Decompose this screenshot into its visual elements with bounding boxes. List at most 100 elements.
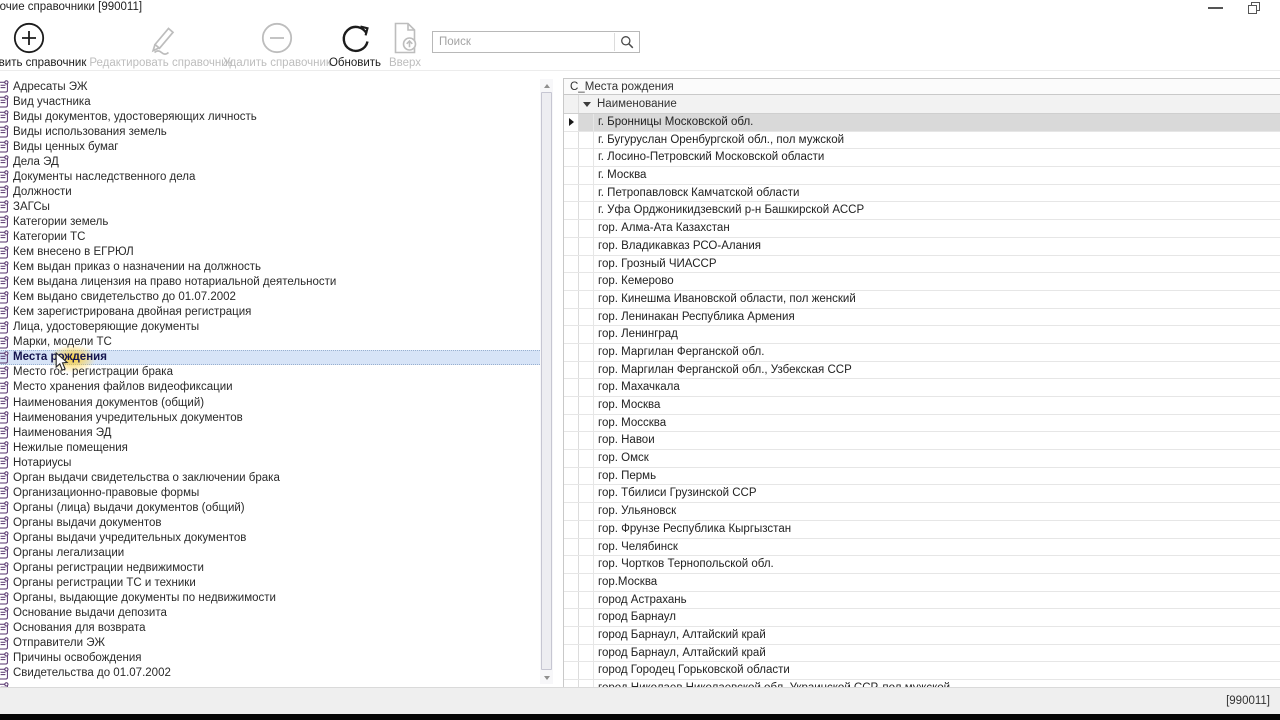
directory-list-item[interactable]: Категории ТС bbox=[0, 229, 540, 244]
directory-list-item[interactable]: Наименования ЭД bbox=[0, 425, 540, 440]
directory-list-item[interactable]: Кем внесено в ЕГРЮЛ bbox=[0, 245, 540, 260]
grid-row[interactable]: гор. Чортков Тернопольской обл. bbox=[564, 556, 1280, 574]
pencil-icon bbox=[141, 20, 181, 56]
grid-row[interactable]: гор. Маргилан Ферганской обл., Узбекская… bbox=[564, 361, 1280, 380]
grid-row[interactable]: гор. Маргилан Ферганской обл. bbox=[564, 343, 1280, 362]
directory-list-item[interactable]: Отправители ЭЖ bbox=[0, 636, 540, 651]
directory-book-icon bbox=[0, 245, 9, 259]
grid-row[interactable]: гор. Ленинград bbox=[564, 326, 1280, 344]
grid-row-partial[interactable]: город Николаев Николаевской обл. Украинс… bbox=[564, 680, 1280, 687]
directory-list-item[interactable]: Органы (лица) выдачи документов (общий) bbox=[0, 500, 540, 515]
directory-list-item[interactable]: Категории земель bbox=[0, 214, 540, 229]
grid-row[interactable]: город Барнаул, Алтайский край bbox=[564, 626, 1280, 645]
directory-list-item[interactable]: Документы наследственного дела bbox=[0, 169, 540, 184]
grid-row[interactable]: гор. Пермь bbox=[564, 467, 1280, 486]
directory-list-item[interactable]: Кем выдано свидетельство до 01.07.2002 bbox=[0, 290, 540, 305]
directory-list-item[interactable]: Виды использования земель bbox=[0, 124, 540, 139]
grid-row[interactable]: гор.Москва bbox=[564, 573, 1280, 592]
grid-row[interactable]: гор. Омск bbox=[564, 450, 1280, 468]
search-input[interactable] bbox=[433, 36, 614, 48]
row-indicator-cell bbox=[564, 202, 579, 220]
grid-row[interactable]: город Астрахань bbox=[564, 591, 1280, 610]
up-button[interactable]: Вверх bbox=[383, 16, 427, 69]
directory-list-item[interactable]: Кем выдана лицензия на право нотариально… bbox=[0, 275, 540, 290]
directory-list-item[interactable]: Место гос. регистрации брака bbox=[0, 365, 540, 380]
grid-row[interactable]: город Городец Горьковской области bbox=[564, 662, 1280, 680]
row-indicator-cell bbox=[564, 273, 579, 290]
grid-row[interactable]: город Барнаул, Алтайский край bbox=[564, 644, 1280, 663]
directory-list-item[interactable]: Виды документов, удостоверяющих личность bbox=[0, 109, 540, 124]
row-expander-cell bbox=[579, 609, 594, 626]
directory-name: Наименования документов (общий) bbox=[13, 396, 205, 409]
magnifier-icon[interactable] bbox=[615, 35, 639, 49]
directory-list-item[interactable]: Нотариусы bbox=[0, 455, 540, 470]
grid-row[interactable]: гор. Кинешма Ивановской области, пол жен… bbox=[564, 290, 1280, 309]
scroll-down-icon[interactable] bbox=[540, 671, 553, 684]
grid-row[interactable]: гор. Ульяновск bbox=[564, 503, 1280, 521]
directory-list-item[interactable]: Виды ценных бумаг bbox=[0, 139, 540, 154]
directory-list-item[interactable]: Органы регистрации недвижимости bbox=[0, 561, 540, 576]
directory-list-item[interactable]: Наименования учредительных документов bbox=[0, 410, 540, 425]
row-expander-cell bbox=[579, 450, 594, 467]
directory-list-item[interactable]: Кем зарегистрирована двойная регистрация bbox=[0, 305, 540, 320]
directory-list-item[interactable]: Орган выдачи свидетельства о заключении … bbox=[0, 470, 540, 485]
directory-list-item[interactable]: Лица, удостоверяющие документы bbox=[0, 320, 540, 335]
directory-list-item[interactable]: Причины освобождения bbox=[0, 651, 540, 666]
directory-list-item[interactable]: Места рождения bbox=[0, 343, 540, 373]
grid-column-header[interactable]: Наименование bbox=[564, 95, 1280, 114]
grid-row[interactable]: гор. Ленинакан Республика Армения bbox=[564, 308, 1280, 327]
directory-list-item[interactable]: Основания для возврата bbox=[0, 621, 540, 636]
triangle-down-icon[interactable] bbox=[579, 95, 594, 113]
directory-list-item[interactable]: Органы выдачи учредительных документов bbox=[0, 530, 540, 545]
grid-row[interactable]: г. Уфа Орджоникидзевский р-н Башкирской … bbox=[564, 202, 1280, 221]
directory-list-item[interactable]: Органы, выдающие документы по недвижимос… bbox=[0, 591, 540, 606]
grid-row[interactable]: г. Петропавловск Камчатской области bbox=[564, 184, 1280, 203]
directory-list-item[interactable]: Органы выдачи документов bbox=[0, 515, 540, 530]
grid-row[interactable]: гор. Кемерово bbox=[564, 273, 1280, 291]
grid-row[interactable]: гор. Челябинск bbox=[564, 538, 1280, 557]
vertical-scrollbar[interactable] bbox=[540, 79, 553, 684]
maximize-icon[interactable] bbox=[1248, 2, 1261, 15]
grid-row[interactable]: г. Бугуруслан Оренбургской обл., пол муж… bbox=[564, 131, 1280, 150]
directory-list-item[interactable]: Организационно-правовые формы bbox=[0, 485, 540, 500]
minimize-icon[interactable] bbox=[1208, 7, 1223, 9]
directory-list-item[interactable]: Органы легализации bbox=[0, 545, 540, 560]
row-indicator-cell bbox=[564, 237, 579, 255]
directory-list-item[interactable]: Дела ЭД bbox=[0, 154, 540, 169]
grid-row[interactable]: гор. Моссква bbox=[564, 414, 1280, 433]
grid-row[interactable]: гор. Тбилиси Грузинской ССР bbox=[564, 485, 1280, 504]
directory-name: Наименования учредительных документов bbox=[13, 411, 243, 424]
grid-row[interactable]: гор. Москва bbox=[564, 397, 1280, 415]
grid-row[interactable]: гор. Грозный ЧИАССР bbox=[564, 255, 1280, 274]
directory-list-item[interactable]: Вид участника bbox=[0, 94, 540, 109]
directory-list-item[interactable]: Адресаты ЭЖ bbox=[0, 79, 540, 94]
scrollbar-thumb[interactable] bbox=[541, 92, 552, 670]
directory-list-item[interactable]: Органы регистрации ТС и техники bbox=[0, 576, 540, 591]
refresh-button[interactable]: Обновить bbox=[327, 16, 383, 69]
directory-list-item[interactable]: Наименования документов (общий) bbox=[0, 395, 540, 410]
directory-list-item[interactable]: Должности bbox=[0, 184, 540, 199]
grid-row[interactable]: г. Бронницы Московской обл. bbox=[564, 114, 1280, 132]
directory-list-item[interactable]: Свидетельства до 01.07.2002 bbox=[0, 666, 540, 681]
grid-row[interactable]: г. Лосино-Петровский Московской области bbox=[564, 149, 1280, 168]
scroll-up-icon[interactable] bbox=[540, 79, 553, 92]
directory-list-item[interactable]: Кем выдан приказ о назначении на должнос… bbox=[0, 260, 540, 275]
grid-row[interactable]: гор. Навои bbox=[564, 432, 1280, 451]
grid-row[interactable]: гор. Махачкала bbox=[564, 379, 1280, 397]
delete-directory-button[interactable]: Удалить справочник bbox=[223, 16, 331, 69]
directory-list-item[interactable]: Основание выдачи депозита bbox=[0, 606, 540, 621]
add-directory-button[interactable]: Добавить справочник bbox=[0, 16, 95, 69]
directory-list-item[interactable]: ЗАГСы bbox=[0, 199, 540, 214]
grid-row[interactable]: гор. Фрунзе Республика Кыргызстан bbox=[564, 520, 1280, 539]
grid-row[interactable]: г. Москва bbox=[564, 167, 1280, 185]
grid-row[interactable]: город Барнаул bbox=[564, 609, 1280, 627]
directory-book-icon bbox=[0, 80, 9, 93]
grid-row[interactable]: гор. Алма-Ата Казахстан bbox=[564, 220, 1280, 238]
directory-name: Органы, выдающие документы по недвижимос… bbox=[13, 592, 276, 605]
directory-list-item[interactable]: Место хранения файлов видеофиксации bbox=[0, 380, 540, 395]
directory-list-item[interactable]: Нежилые помещения bbox=[0, 440, 540, 455]
directory-book-icon bbox=[0, 501, 9, 514]
directory-list-item[interactable]: Марки, модели ТС bbox=[0, 335, 540, 350]
grid-row[interactable]: гор. Владикавказ РСО-Алания bbox=[564, 237, 1280, 256]
edit-directory-button[interactable]: Редактировать справочник bbox=[89, 16, 233, 69]
